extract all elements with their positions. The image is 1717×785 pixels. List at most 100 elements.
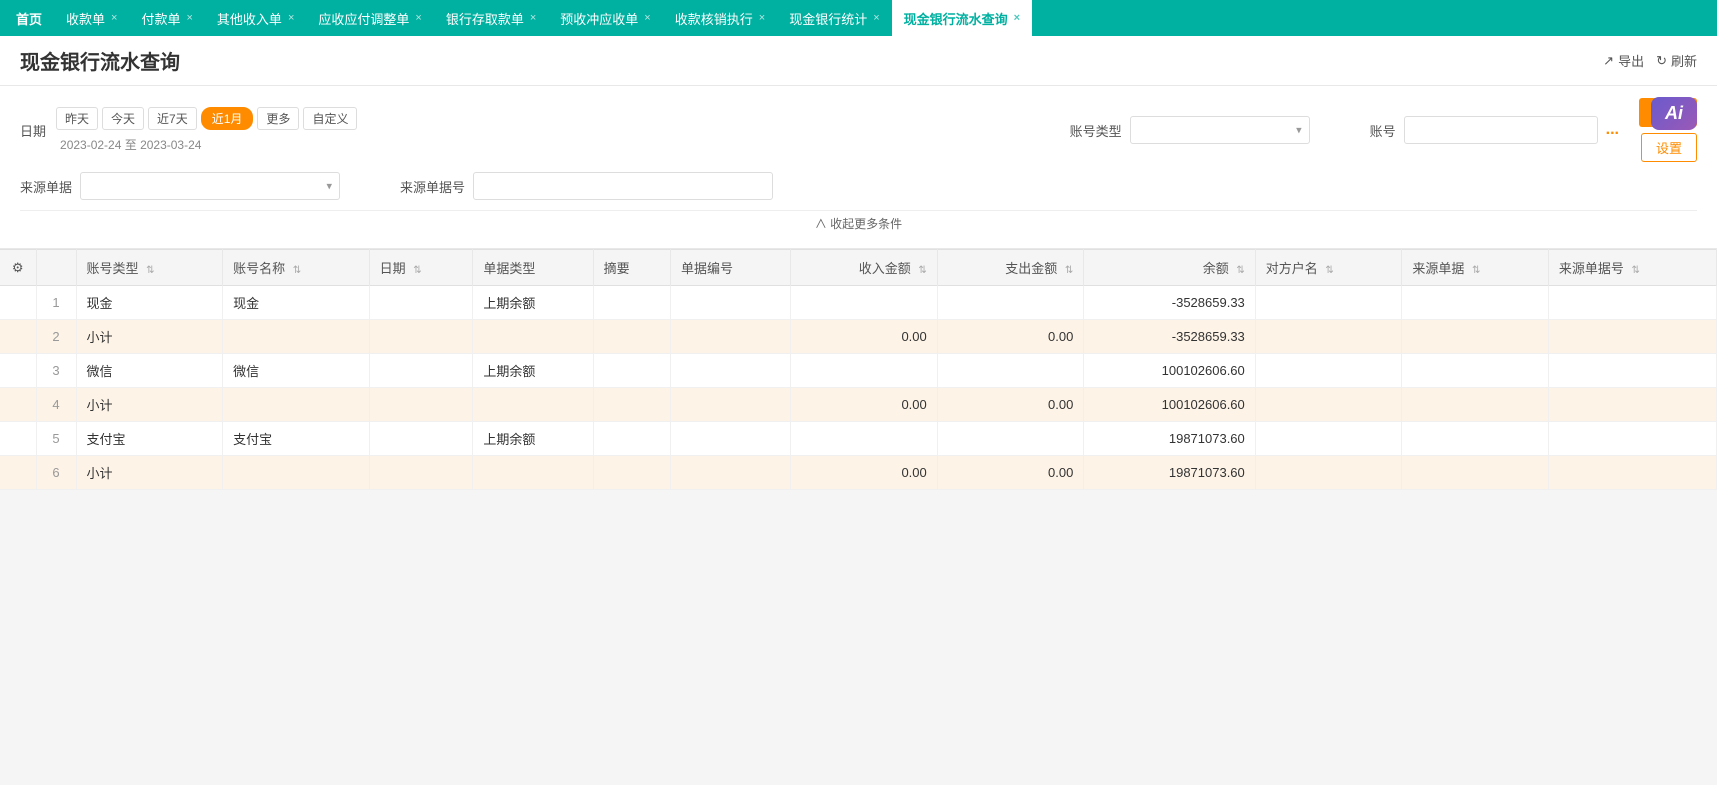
col-source-doc[interactable]: 来源单据 ⇅ [1402, 250, 1549, 286]
ai-badge[interactable]: Ai [1651, 97, 1697, 130]
cell-source-doc [1402, 388, 1549, 422]
table-row[interactable]: 4小计0.000.00100102606.60 [0, 388, 1717, 422]
nav-label-prepay-offset: 预收冲应收单 [560, 9, 638, 28]
col-source-doc-no[interactable]: 来源单据号 ⇅ [1548, 250, 1716, 286]
cell-gear [0, 388, 36, 422]
nav-item-collect-verify[interactable]: 收款核销执行 × [663, 0, 777, 36]
source-doc-select-wrapper [80, 172, 340, 200]
date-btn-yesterday[interactable]: 昨天 [56, 107, 98, 130]
table-row[interactable]: 2小计0.000.00-3528659.33 [0, 320, 1717, 354]
cell-counterpart [1255, 456, 1402, 490]
cell-income: 0.00 [791, 320, 938, 354]
col-account-name[interactable]: 账号名称 ⇅ [223, 250, 370, 286]
close-icon[interactable]: × [644, 12, 650, 24]
date-btn-today[interactable]: 今天 [102, 107, 144, 130]
cell-expense: 0.00 [937, 456, 1084, 490]
col-source-doc-no-label: 来源单据号 [1559, 261, 1624, 276]
cell-expense [937, 354, 1084, 388]
close-icon[interactable]: × [288, 12, 294, 24]
cell-gear [0, 422, 36, 456]
setting-button[interactable]: 设置 [1641, 133, 1697, 162]
export-label: 导出 [1618, 51, 1644, 70]
table-row[interactable]: 5支付宝支付宝上期余额19871073.60 [0, 422, 1717, 456]
nav-item-payment[interactable]: 付款单 × [129, 0, 204, 36]
close-icon[interactable]: × [415, 12, 421, 24]
date-range: 2023-02-24 至 2023-03-24 [60, 136, 357, 153]
nav-item-cash-bank-flow[interactable]: 现金银行流水查询 × [892, 0, 1032, 36]
col-account-name-label: 账号名称 [233, 261, 285, 276]
table-row[interactable]: 6小计0.000.0019871073.60 [0, 456, 1717, 490]
cell-doc-no [670, 320, 790, 354]
close-icon[interactable]: × [873, 12, 879, 24]
nav-item-prepay-offset[interactable]: 预收冲应收单 × [548, 0, 662, 36]
cell-gear [0, 456, 36, 490]
col-balance[interactable]: 余额 ⇅ [1084, 250, 1255, 286]
cell-gear [0, 286, 36, 320]
cell-doc-no [670, 422, 790, 456]
nav-item-ar-adjust[interactable]: 应收应付调整单 × [306, 0, 433, 36]
date-btn-last1m[interactable]: 近1月 [201, 107, 254, 130]
filter-row-1: 日期 昨天 今天 近7天 近1月 更多 自定义 2023-02-24 至 202… [20, 98, 1697, 162]
cell-balance: 19871073.60 [1084, 456, 1255, 490]
col-num [36, 250, 76, 286]
cell-date [369, 456, 473, 490]
cell-num: 1 [36, 286, 76, 320]
close-icon[interactable]: × [530, 12, 536, 24]
source-doc-no-input[interactable] [473, 172, 773, 200]
export-button[interactable]: ↗ 导出 [1603, 51, 1644, 70]
close-icon[interactable]: × [186, 12, 192, 24]
col-income[interactable]: 收入金额 ⇅ [791, 250, 938, 286]
account-ellipsis-btn[interactable]: ... [1606, 121, 1619, 139]
col-account-type[interactable]: 账号类型 ⇅ [76, 250, 223, 286]
account-type-select-wrapper [1130, 116, 1310, 144]
cell-expense [937, 422, 1084, 456]
cell-doc-type [473, 456, 593, 490]
cell-num: 4 [36, 388, 76, 422]
close-icon[interactable]: × [1014, 12, 1020, 24]
page-title: 现金银行流水查询 [20, 46, 180, 75]
collapse-bar[interactable]: ∧ 收起更多条件 [20, 210, 1697, 236]
nav-item-other-income[interactable]: 其他收入单 × [205, 0, 306, 36]
date-btn-more[interactable]: 更多 [257, 107, 299, 130]
sort-icon: ⇅ [1236, 265, 1244, 276]
sort-icon: ⇅ [1065, 265, 1073, 276]
table-row[interactable]: 1现金现金上期余额-3528659.33 [0, 286, 1717, 320]
cell-account-name [223, 320, 370, 354]
nav-item-bank-deposit[interactable]: 银行存取款单 × [434, 0, 548, 36]
col-expense[interactable]: 支出金额 ⇅ [937, 250, 1084, 286]
cell-doc-type: 上期余额 [473, 286, 593, 320]
cell-num: 5 [36, 422, 76, 456]
col-date[interactable]: 日期 ⇅ [369, 250, 473, 286]
cell-doc-no [670, 388, 790, 422]
cell-counterpart [1255, 320, 1402, 354]
refresh-button[interactable]: ↻ 刷新 [1656, 51, 1697, 70]
col-expense-label: 支出金额 [1005, 261, 1057, 276]
cell-source-doc-no [1548, 286, 1716, 320]
nav-item-receipt[interactable]: 收款单 × [54, 0, 129, 36]
cell-gear [0, 354, 36, 388]
table-row[interactable]: 3微信微信上期余额100102606.60 [0, 354, 1717, 388]
col-doc-type: 单据类型 [473, 250, 593, 286]
date-btn-last7[interactable]: 近7天 [148, 107, 197, 130]
cell-summary [593, 388, 670, 422]
cell-account-name: 现金 [223, 286, 370, 320]
col-counterpart[interactable]: 对方户名 ⇅ [1255, 250, 1402, 286]
cell-account-type: 微信 [76, 354, 223, 388]
date-btn-custom[interactable]: 自定义 [303, 107, 357, 130]
close-icon[interactable]: × [759, 12, 765, 24]
nav-item-home[interactable]: 首页 [4, 0, 54, 36]
table-body: 1现金现金上期余额-3528659.332小计0.000.00-3528659.… [0, 286, 1717, 490]
cell-income [791, 354, 938, 388]
account-type-select[interactable] [1130, 116, 1310, 144]
cell-counterpart [1255, 422, 1402, 456]
source-doc-select[interactable] [80, 172, 340, 200]
close-icon[interactable]: × [111, 12, 117, 24]
account-input[interactable] [1404, 116, 1598, 144]
col-doc-type-label: 单据类型 [483, 261, 535, 276]
col-gear[interactable]: ⚙ [0, 250, 36, 286]
cell-num: 2 [36, 320, 76, 354]
source-doc-no-filter: 来源单据号 [400, 172, 773, 200]
cell-doc-type: 上期余额 [473, 354, 593, 388]
nav-item-cash-bank-stat[interactable]: 现金银行统计 × [777, 0, 891, 36]
nav-label-receipt: 收款单 [66, 9, 105, 28]
